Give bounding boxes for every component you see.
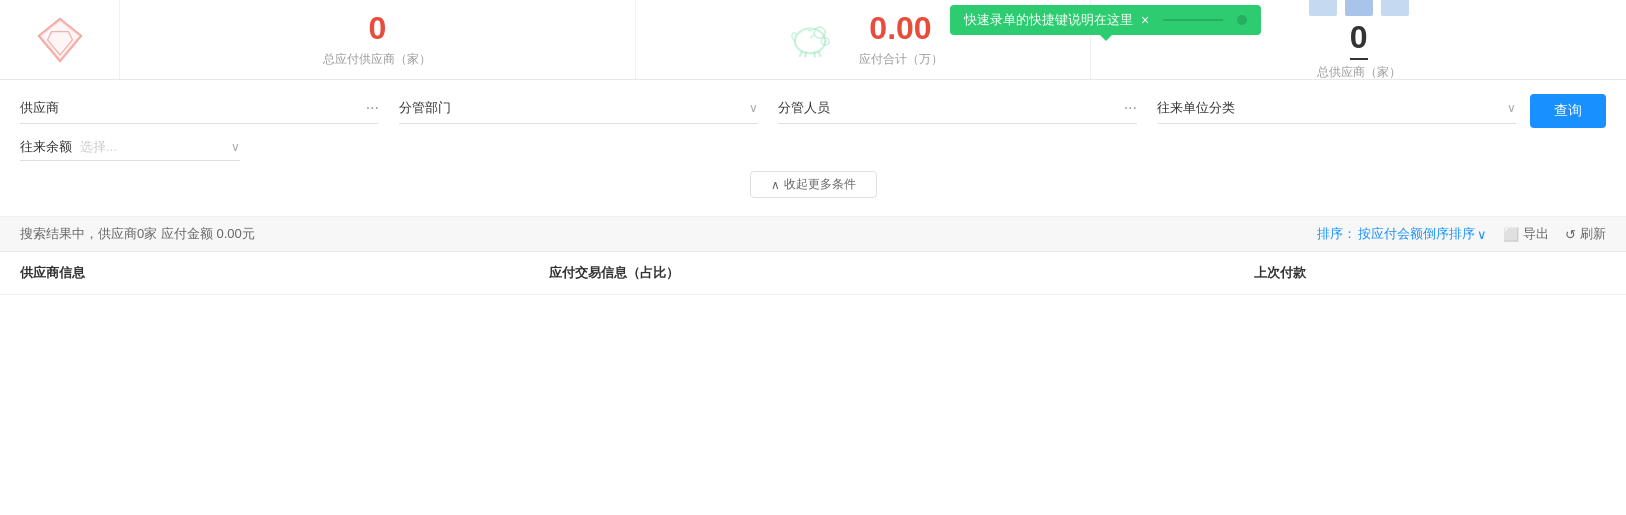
- person-filter-group: 分管人员 ···: [778, 99, 1137, 124]
- payable-suppliers-number: 0: [368, 11, 386, 46]
- svg-line-6: [799, 52, 801, 56]
- piggy-bank-icon: [784, 12, 839, 67]
- payable-total-label: 应付合计（万）: [859, 51, 943, 68]
- payable-suppliers-label: 总应付供应商（家）: [323, 51, 431, 68]
- filter-row-1: 供应商 ··· 分管部门 ∨ 分管人员 ··· 往来单位分类 ∨ 查询: [20, 94, 1606, 128]
- svg-point-4: [814, 27, 825, 38]
- unit-class-filter-group: 往来单位分类 ∨: [1157, 99, 1516, 124]
- unit-class-chevron-icon[interactable]: ∨: [1507, 101, 1516, 115]
- svg-point-13: [825, 41, 826, 42]
- supplier-more-icon[interactable]: ···: [366, 99, 379, 117]
- refresh-label: 刷新: [1580, 225, 1606, 243]
- placeholder-box-3: [1381, 0, 1409, 16]
- dept-filter-group: 分管部门 ∨: [399, 99, 758, 124]
- svg-point-12: [823, 41, 824, 42]
- person-input[interactable]: [838, 100, 1120, 115]
- total-suppliers-label: 总供应商（家）: [1317, 64, 1401, 81]
- unit-class-input[interactable]: [1243, 100, 1503, 115]
- unit-class-label: 往来单位分类: [1157, 99, 1235, 117]
- col-supplier-header: 供应商信息: [20, 264, 549, 282]
- tooltip-text: 快速录单的快捷键说明在这里: [964, 11, 1133, 29]
- person-label: 分管人员: [778, 99, 830, 117]
- table-header: 供应商信息 应付交易信息（占比） 上次付款: [0, 252, 1626, 295]
- dept-input[interactable]: [459, 100, 745, 115]
- export-icon: ⬜: [1503, 227, 1519, 242]
- results-bar: 搜索结果中，供应商0家 应付金额 0.00元 排序： 按应付会额倒序排序 ∨ ⬜…: [0, 217, 1626, 252]
- refresh-icon: ↺: [1565, 227, 1576, 242]
- balance-label: 往来余额: [20, 138, 72, 156]
- sort-prefix: 排序：: [1317, 225, 1356, 243]
- filter-row-2: 往来余额 选择... ∨: [20, 138, 1606, 161]
- filter-bar: 供应商 ··· 分管部门 ∨ 分管人员 ··· 往来单位分类 ∨ 查询 往来余额: [0, 80, 1626, 217]
- dept-label: 分管部门: [399, 99, 451, 117]
- stats-bar: 0 总应付供应商（家） 0.00 应付合计（万）: [0, 0, 1626, 80]
- table-body: [0, 295, 1626, 515]
- svg-line-5: [810, 35, 814, 38]
- total-suppliers-number: 0: [1350, 20, 1368, 59]
- logo-area: [0, 0, 120, 79]
- diamond-logo-icon: [35, 15, 85, 65]
- supplier-label: 供应商: [20, 99, 59, 117]
- col-last-payment-header: 上次付款: [1254, 264, 1606, 282]
- sort-selector[interactable]: 排序： 按应付会额倒序排序 ∨: [1317, 225, 1487, 243]
- tooltip-dot: [1237, 15, 1247, 25]
- placeholder-boxes: [1309, 0, 1409, 16]
- sort-chevron-icon[interactable]: ∨: [1477, 227, 1487, 242]
- tooltip-close-button[interactable]: ×: [1141, 13, 1149, 27]
- payable-total-number: 0.00: [869, 11, 931, 46]
- export-button[interactable]: ⬜ 导出: [1503, 225, 1549, 243]
- balance-filter-group: 往来余额 选择... ∨: [20, 138, 240, 161]
- svg-line-8: [814, 53, 815, 57]
- dept-chevron-icon[interactable]: ∨: [749, 101, 758, 115]
- results-actions: 排序： 按应付会额倒序排序 ∨ ⬜ 导出 ↺ 刷新: [1317, 225, 1606, 243]
- sort-option: 按应付会额倒序排序: [1358, 225, 1475, 243]
- balance-chevron-icon[interactable]: ∨: [231, 140, 240, 154]
- col-transaction-header: 应付交易信息（占比）: [549, 264, 1254, 282]
- svg-line-7: [805, 53, 806, 57]
- placeholder-box-2: [1345, 0, 1373, 16]
- balance-placeholder: 选择...: [80, 138, 227, 156]
- collapse-button[interactable]: ∧ 收起更多条件: [750, 171, 877, 198]
- query-button[interactable]: 查询: [1530, 94, 1606, 128]
- export-label: 导出: [1523, 225, 1549, 243]
- tooltip-line: [1163, 19, 1223, 21]
- supplier-input[interactable]: [67, 100, 362, 115]
- tooltip-popup: 快速录单的快捷键说明在这里 ×: [950, 5, 1261, 35]
- collapse-label: 收起更多条件: [784, 176, 856, 193]
- svg-line-9: [818, 52, 820, 56]
- collapse-icon: ∧: [771, 178, 780, 192]
- results-summary: 搜索结果中，供应商0家 应付金额 0.00元: [20, 225, 255, 243]
- collapse-row: ∧ 收起更多条件: [20, 167, 1606, 208]
- refresh-button[interactable]: ↺ 刷新: [1565, 225, 1606, 243]
- stat-total-payable-suppliers: 0 总应付供应商（家）: [120, 0, 636, 79]
- supplier-filter-group: 供应商 ···: [20, 99, 379, 124]
- person-more-icon[interactable]: ···: [1124, 99, 1137, 117]
- placeholder-box-1: [1309, 0, 1337, 16]
